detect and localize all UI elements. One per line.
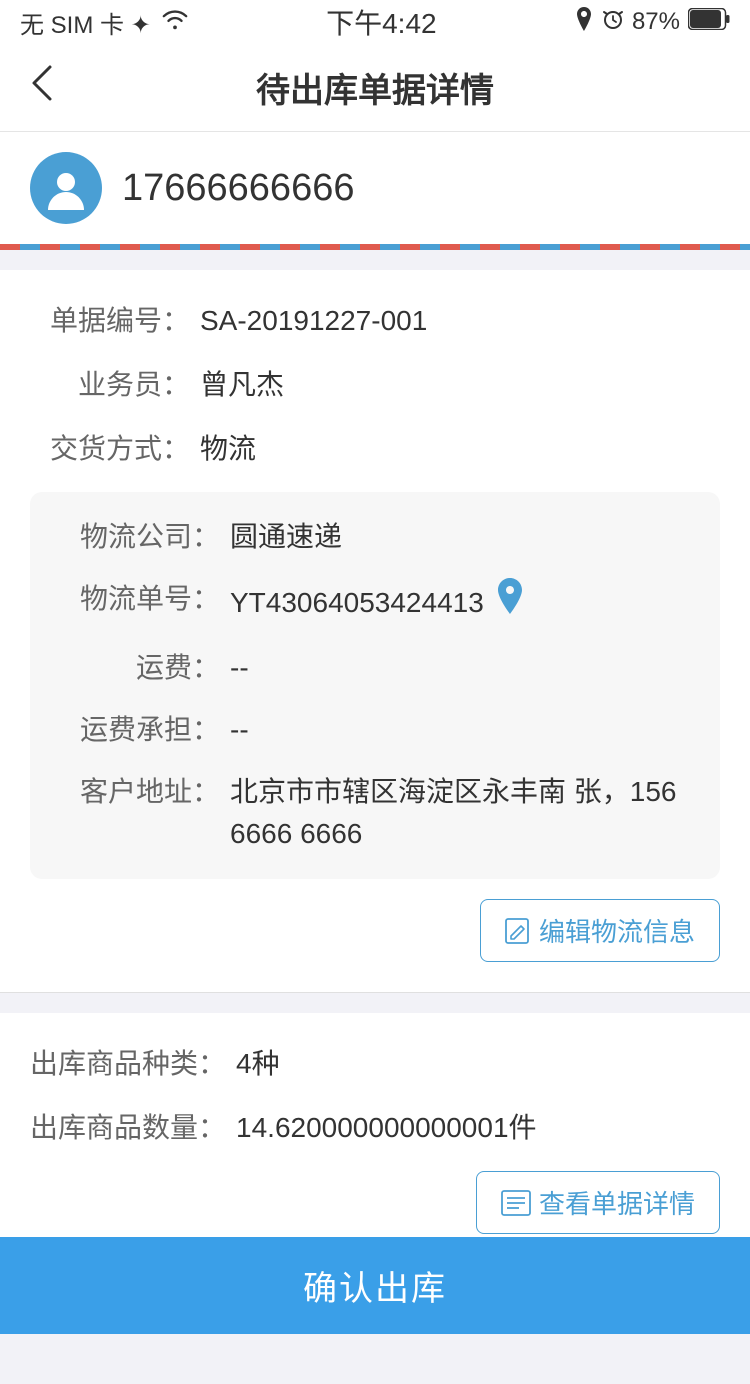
sim-status: 无 SIM 卡 ✦	[20, 5, 151, 40]
section-separator	[0, 992, 750, 993]
tracking-location-icon[interactable]	[494, 578, 526, 627]
wifi-icon	[161, 8, 189, 37]
avatar	[30, 152, 102, 224]
company-value: 圆通速递	[220, 516, 690, 558]
basic-info-section: 单据编号： SA-20191227-001 业务员： 曾凡杰 交货方式： 物流 …	[0, 270, 750, 992]
salesman-label: 业务员：	[30, 364, 190, 406]
location-active-icon	[574, 7, 594, 38]
salesman-value: 曾凡杰	[190, 364, 720, 406]
freight-label: 运费：	[60, 647, 220, 689]
status-bar: 无 SIM 卡 ✦ 下午4:42 87%	[0, 0, 750, 44]
battery-text: 87%	[632, 8, 680, 36]
tracking-row: 物流单号： YT43064053424413	[60, 578, 690, 627]
delivery-label: 交货方式：	[30, 428, 190, 470]
logistics-card: 物流公司： 圆通速递 物流单号： YT43064053424413 运费： --…	[30, 492, 720, 879]
dashed-divider	[0, 244, 750, 250]
goods-section: 出库商品种类： 4种 出库商品数量： 14.620000000000001件 查…	[0, 1013, 750, 1264]
freight-row: 运费： --	[60, 647, 690, 689]
address-row: 客户地址： 北京市市辖区海淀区永丰南 张，156 6666 6666	[60, 771, 690, 855]
order-no-row: 单据编号： SA-20191227-001	[30, 300, 720, 342]
user-phone: 17666666666	[122, 167, 354, 210]
address-value: 北京市市辖区海淀区永丰南 张，156 6666 6666	[220, 771, 690, 855]
company-row: 物流公司： 圆通速递	[60, 516, 690, 558]
back-button[interactable]	[30, 53, 74, 122]
salesman-row: 业务员： 曾凡杰	[30, 364, 720, 406]
freight-bearer-row: 运费承担： --	[60, 709, 690, 751]
view-btn-row: 查看单据详情	[30, 1171, 720, 1234]
confirm-btn-wrap: 确认出库	[0, 1237, 750, 1334]
battery-icon	[688, 8, 730, 37]
freight-value: --	[220, 647, 690, 689]
tracking-value: YT43064053424413	[220, 578, 690, 627]
status-time: 下午4:42	[326, 2, 437, 42]
confirm-outbound-button[interactable]: 确认出库	[303, 1261, 447, 1310]
edit-logistics-button[interactable]: 编辑物流信息	[480, 899, 720, 962]
goods-types-label: 出库商品种类：	[30, 1043, 226, 1085]
view-detail-button[interactable]: 查看单据详情	[476, 1171, 720, 1234]
page-title: 待出库单据详情	[256, 63, 494, 112]
delivery-value: 物流	[190, 428, 720, 470]
goods-types-value: 4种	[226, 1043, 720, 1085]
address-label: 客户地址：	[60, 771, 220, 813]
delivery-row: 交货方式： 物流	[30, 428, 720, 470]
order-no-label: 单据编号：	[30, 300, 190, 342]
edit-btn-row: 编辑物流信息	[30, 899, 720, 962]
freight-bearer-label: 运费承担：	[60, 709, 220, 751]
goods-quantity-value: 14.620000000000001件	[226, 1107, 720, 1149]
status-left: 无 SIM 卡 ✦	[20, 5, 189, 40]
order-no-value: SA-20191227-001	[190, 300, 720, 342]
freight-bearer-value: --	[220, 709, 690, 751]
user-header: 17666666666	[0, 132, 750, 244]
tracking-label: 物流单号：	[60, 578, 220, 620]
nav-bar: 待出库单据详情	[0, 44, 750, 132]
company-label: 物流公司：	[60, 516, 220, 558]
alarm-icon	[602, 7, 624, 38]
goods-quantity-label: 出库商品数量：	[30, 1107, 226, 1149]
status-right: 87%	[574, 7, 730, 38]
goods-types-row: 出库商品种类： 4种	[30, 1043, 720, 1085]
goods-quantity-row: 出库商品数量： 14.620000000000001件	[30, 1107, 720, 1149]
